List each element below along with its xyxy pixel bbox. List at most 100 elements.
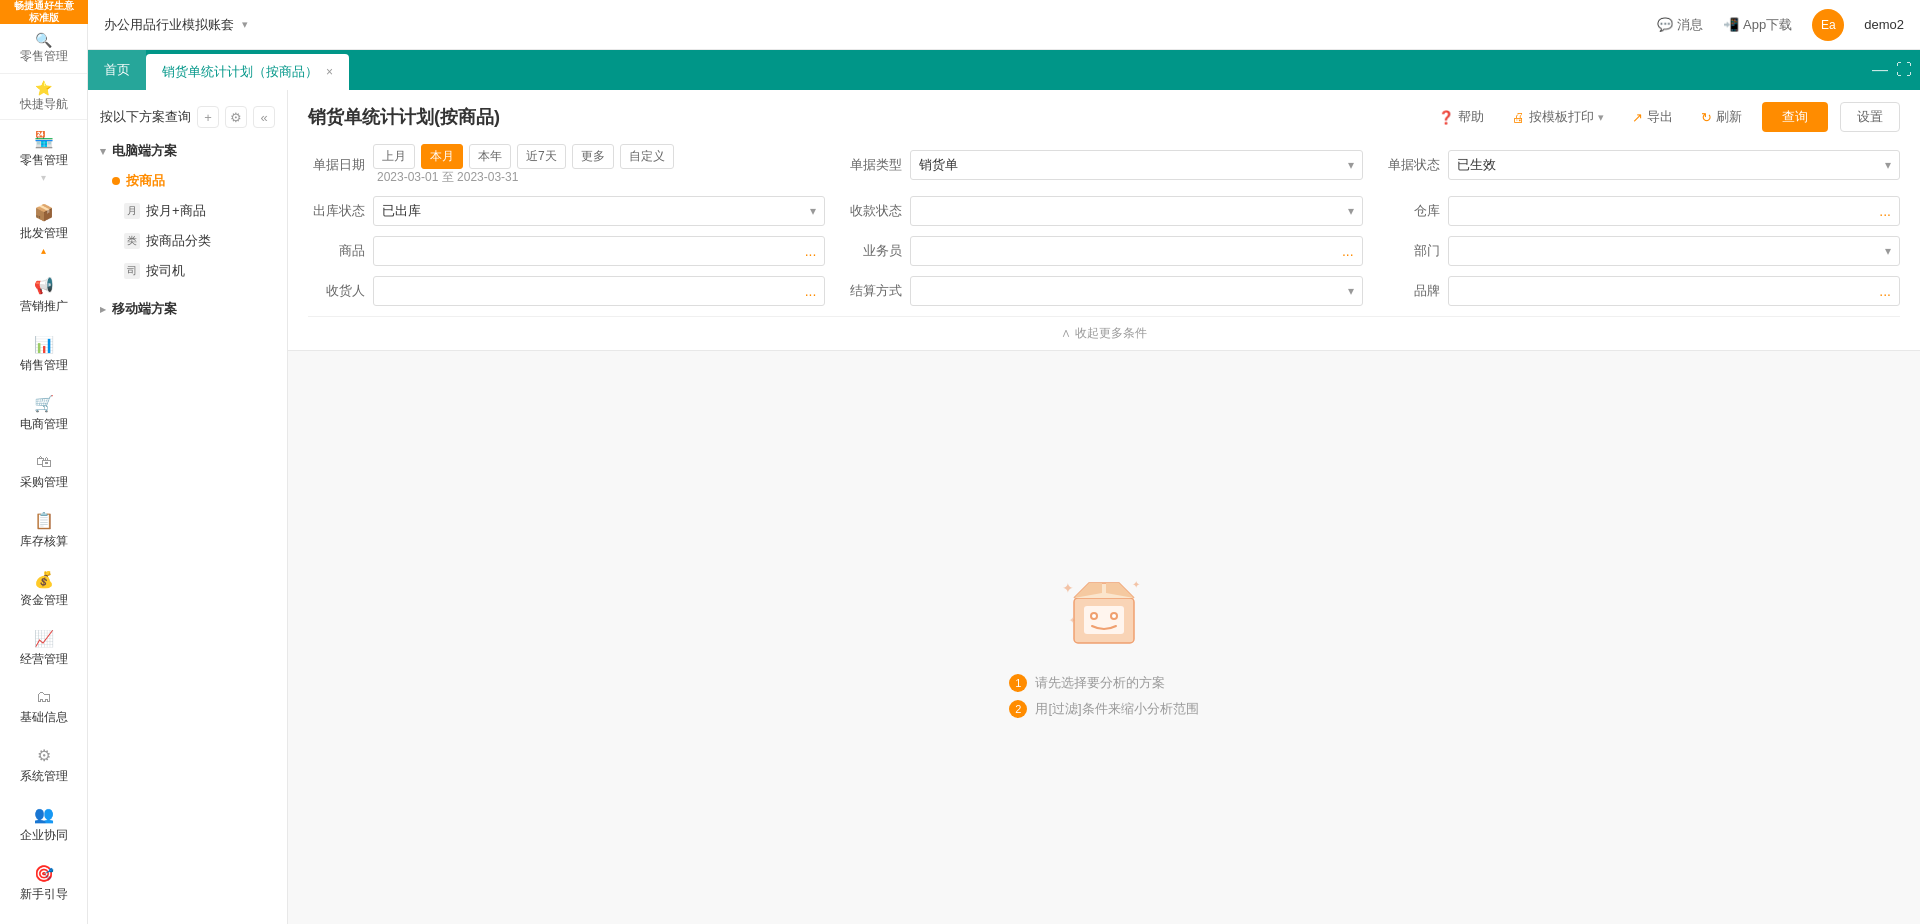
sidebar-item-inventory[interactable]: 📋 库存核算 (0, 501, 87, 560)
settings-button[interactable]: 设置 (1840, 102, 1900, 132)
base-icon: 🗂 (36, 688, 52, 706)
refresh-button[interactable]: ↻ 刷新 (1693, 104, 1750, 130)
tree-item-category-label: 按商品分类 (146, 232, 211, 250)
retail-icon: 🏪 (34, 130, 54, 149)
salesperson-label: 业务员 (845, 242, 910, 260)
sidebar-item-finance[interactable]: 💰 资金管理 (0, 560, 87, 619)
sidebar-item-operations[interactable]: 📈 经营管理 (0, 619, 87, 678)
tree-item-month-label: 按月+商品 (146, 202, 206, 220)
sidebar-item-apps[interactable]: 📱 应用中心 (0, 913, 87, 924)
guide-icon: 🎯 (34, 864, 54, 883)
tree-item-by-goods[interactable]: 按商品 (88, 166, 287, 196)
outstatus-value: 已出库 (382, 202, 421, 220)
sidebar-item-retail[interactable]: 🏪 零售管理 ▾ (0, 120, 87, 193)
collapse-panel-button[interactable]: « (253, 106, 275, 128)
filter-docstatus-cell: 单据状态 已生效 (1383, 144, 1900, 186)
receiptstatus-select[interactable] (910, 196, 1362, 226)
app-download-button[interactable]: 📲 App下载 (1723, 16, 1792, 34)
this-year-btn[interactable]: 本年 (469, 144, 511, 169)
ecommerce-icon: 🛒 (34, 394, 54, 413)
tip-num-1: 1 (1009, 674, 1027, 692)
goods-input[interactable] (373, 236, 825, 266)
doctype-select[interactable]: 销货单 (910, 150, 1362, 180)
sidebar-item-ecommerce[interactable]: 🛒 电商管理 (0, 384, 87, 443)
minimize-icon[interactable]: — (1872, 61, 1888, 79)
tab-bar: 首页 销货单统计计划（按商品） × — ⛶ (88, 50, 1920, 90)
brand-input[interactable] (1448, 276, 1900, 306)
custom-btn[interactable]: 自定义 (620, 144, 674, 169)
collapse-filters-button[interactable]: ∧ 收起更多条件 (308, 316, 1900, 350)
empty-state-icon: ✦ ✦ ✦ (1054, 558, 1154, 658)
tree-section-mobile-label: 移动端方案 (112, 300, 177, 318)
sidebar-item-purchase[interactable]: 🛍 采购管理 (0, 443, 87, 501)
sidebar-item-system[interactable]: ⚙ 系统管理 (0, 736, 87, 795)
search-button[interactable]: 查询 (1762, 102, 1828, 132)
print-button[interactable]: 🖨 按模板打印 ▾ (1504, 104, 1612, 130)
print-icon: 🖨 (1512, 110, 1525, 125)
user-name: demo2 (1864, 17, 1904, 32)
svg-text:✦: ✦ (1132, 579, 1140, 590)
maximize-icon[interactable]: ⛶ (1896, 61, 1912, 79)
marketing-icon: 📢 (34, 276, 54, 295)
header-right: 💬 消息 📲 App下载 Ea demo2 (1657, 9, 1904, 41)
doctype-value: 销货单 (919, 156, 958, 174)
filter-brand-cell: 品牌 (1383, 276, 1900, 306)
filter-receiptstatus-cell: 收款状态 (845, 196, 1362, 226)
filter-row-2: 出库状态 已出库 收款状态 仓库 (308, 196, 1900, 226)
brand-label: 品牌 (1383, 282, 1448, 300)
messages-button[interactable]: 💬 消息 (1657, 16, 1703, 34)
last-month-btn[interactable]: 上月 (373, 144, 415, 169)
tab-close-icon[interactable]: × (326, 65, 333, 79)
tree-section-pc-label: 电脑端方案 (112, 142, 177, 160)
app-logo[interactable]: 畅捷通好生意 标准版 (0, 0, 88, 24)
sidebar-search[interactable]: 🔍 零售管理 (0, 24, 87, 74)
sidebar-item-sales[interactable]: 📊 销售管理 (0, 325, 87, 384)
receiver-input[interactable] (373, 276, 825, 306)
help-label: 帮助 (1458, 108, 1484, 126)
sidebar-item-collab[interactable]: 👥 企业协同 (0, 795, 87, 854)
print-label: 按模板打印 (1529, 108, 1594, 126)
tree-section-pc[interactable]: ▾ 电脑端方案 (88, 136, 287, 166)
department-select[interactable] (1448, 236, 1900, 266)
panel-title-text: 按以下方案查询 (100, 108, 191, 126)
sidebar-item-label: 资金管理 (20, 592, 68, 609)
finance-icon: 💰 (34, 570, 54, 589)
last7-btn[interactable]: 近7天 (517, 144, 566, 169)
this-month-btn[interactable]: 本月 (421, 144, 463, 169)
docstatus-select[interactable]: 已生效 (1448, 150, 1900, 180)
tab-sales-stats[interactable]: 销货单统计计划（按商品） × (146, 54, 349, 90)
panel-title: 按以下方案查询 + ⚙ « (88, 102, 287, 136)
sidebar-item-wholesale[interactable]: 📦 批发管理 ▴ (0, 193, 87, 266)
empty-state: ✦ ✦ ✦ 1 请先选择要分析的方案 2 用[过滤]条件来缩小分析范围 (1009, 558, 1198, 718)
payment-select[interactable] (910, 276, 1362, 306)
sidebar-item-label: 批发管理 (20, 225, 68, 242)
tab-home[interactable]: 首页 (88, 50, 146, 90)
app-download-label: App下载 (1743, 16, 1792, 34)
collapse-btn-label: ∧ 收起更多条件 (1061, 325, 1146, 342)
filter-department-cell: 部门 (1383, 236, 1900, 266)
add-scheme-button[interactable]: + (197, 106, 219, 128)
help-button[interactable]: ❓ 帮助 (1430, 104, 1492, 130)
sidebar-item-guide[interactable]: 🎯 新手引导 (0, 854, 87, 913)
workspace-arrow-icon[interactable]: ▾ (242, 18, 248, 31)
warehouse-input[interactable] (1448, 196, 1900, 226)
more-btn[interactable]: 更多 (572, 144, 614, 169)
sidebar-item-base[interactable]: 🗂 基础信息 (0, 678, 87, 736)
tree-section-mobile[interactable]: ▸ 移动端方案 (88, 294, 287, 324)
scheme-settings-button[interactable]: ⚙ (225, 106, 247, 128)
messages-label: 消息 (1677, 16, 1703, 34)
sidebar-quick-nav[interactable]: ⭐ 快捷导航 (0, 74, 87, 120)
tab-bar-end: — ⛶ (1872, 61, 1920, 79)
collapse-icon: « (260, 110, 267, 125)
sidebar-item-label: 系统管理 (20, 768, 68, 785)
tree-item-by-month-goods[interactable]: 月 按月+商品 (88, 196, 287, 226)
download-icon: 📲 (1723, 17, 1739, 32)
user-avatar[interactable]: Ea (1812, 9, 1844, 41)
salesperson-input[interactable] (910, 236, 1362, 266)
export-button[interactable]: ↗ 导出 (1624, 104, 1681, 130)
tree-item-by-category[interactable]: 类 按商品分类 (88, 226, 287, 256)
outstatus-select[interactable]: 已出库 (373, 196, 825, 226)
page-actions: ❓ 帮助 🖨 按模板打印 ▾ ↗ 导出 ↻ (1430, 102, 1900, 132)
tree-item-by-scanner[interactable]: 司 按司机 (88, 256, 287, 286)
sidebar-item-marketing[interactable]: 📢 营销推广 (0, 266, 87, 325)
